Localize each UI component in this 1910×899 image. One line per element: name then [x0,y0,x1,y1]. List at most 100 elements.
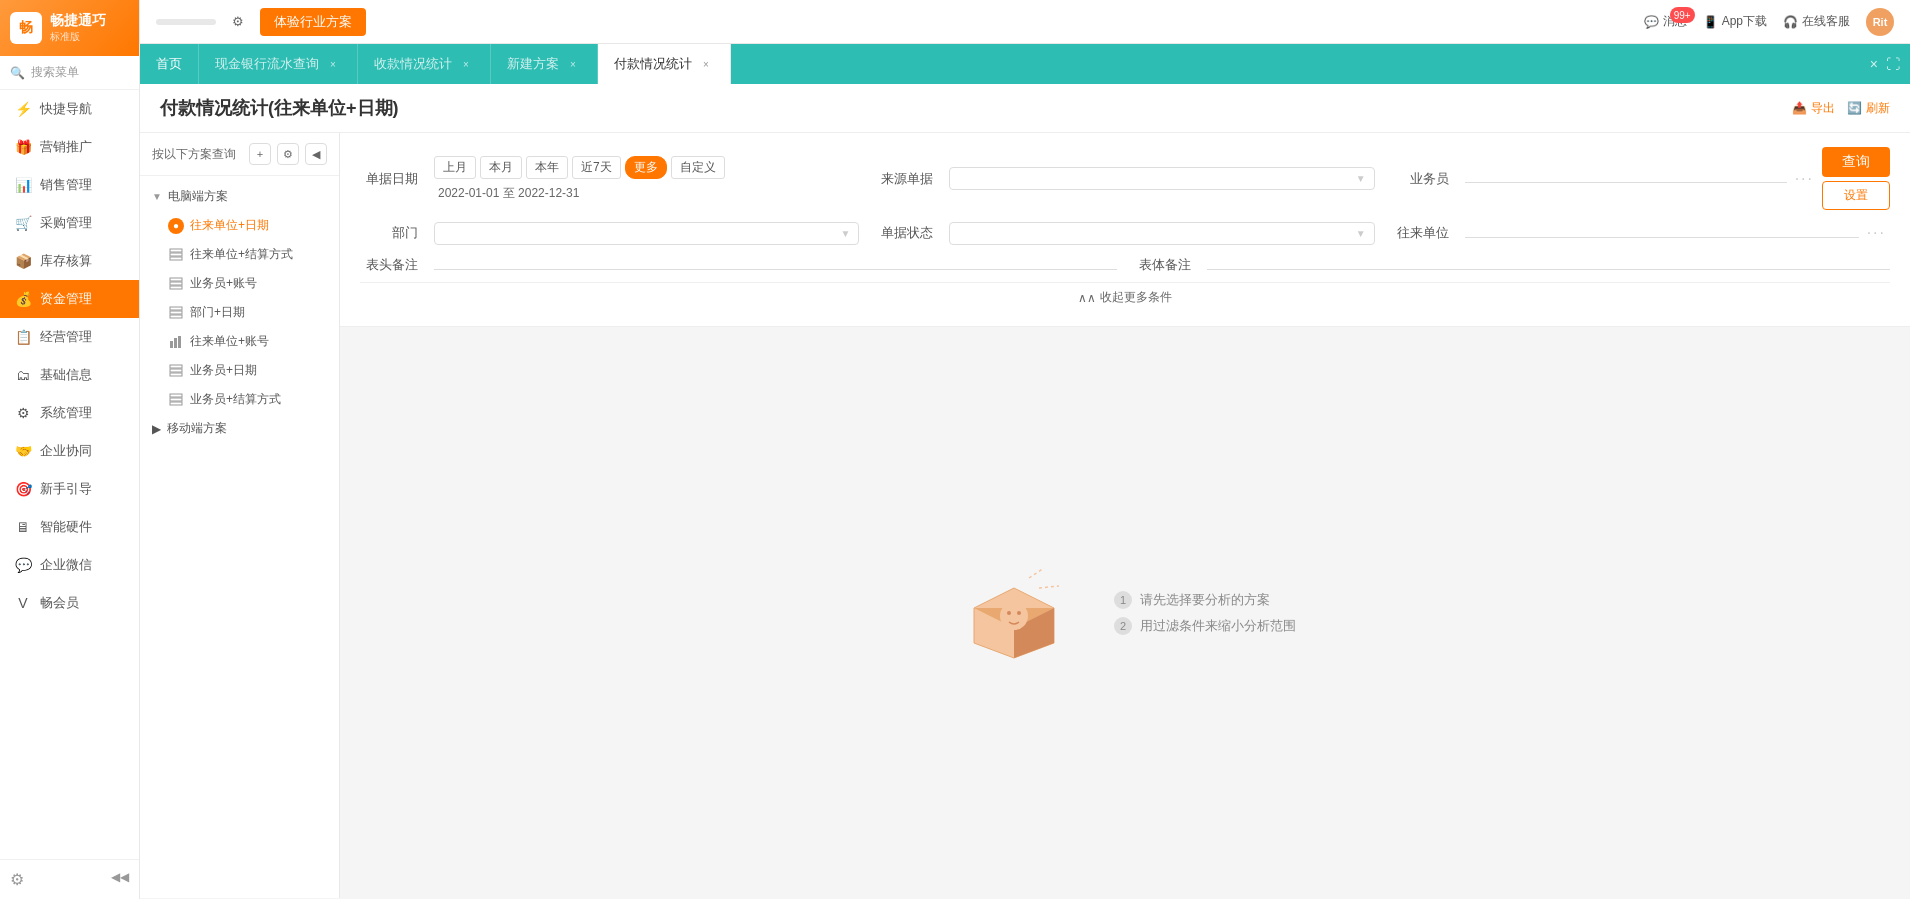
staff-filter-group: ··· 查询 设置 [1465,147,1890,210]
topbar-right: 💬 消息 99+ 📱 App下载 🎧 在线客服 Rit [1644,8,1894,36]
trial-button[interactable]: 体验行业方案 [260,8,366,36]
partner-input[interactable] [1465,229,1859,238]
sidebar-item-enterprise[interactable]: 🤝 企业协同 [0,432,139,470]
query-button[interactable]: 查询 [1822,147,1890,177]
tab-new-plan-close[interactable]: × [565,56,581,72]
settings-button[interactable]: 设置 [1822,181,1890,210]
date-btn-7days[interactable]: 近7天 [572,156,621,179]
collapse-up-icon: ∧∧ [1078,291,1096,305]
tab-bank-flow-close[interactable]: × [325,56,341,72]
partner-dots-button[interactable]: ··· [1863,220,1890,246]
date-btn-this-year[interactable]: 本年 [526,156,568,179]
app-logo: 畅 [10,12,42,44]
tab-close-all-icon[interactable]: × [1870,56,1878,72]
sidebar-item-sales[interactable]: 📊 销售管理 [0,166,139,204]
topbar-left: ⚙ 体验行业方案 [156,8,1632,36]
tab-receipt-stats-close[interactable]: × [458,56,474,72]
svg-point-23 [1017,611,1021,615]
message-btn[interactable]: 💬 消息 99+ [1644,13,1687,30]
staff-dots-button[interactable]: ··· [1791,166,1818,192]
tip-num-1: 1 [1114,591,1132,609]
tab-new-plan[interactable]: 新建方案 × [491,44,598,84]
sidebar-item-system[interactable]: ⚙ 系统管理 [0,394,139,432]
staff-input[interactable] [1465,174,1787,183]
svg-point-21 [1000,602,1028,630]
sidebar-item-member[interactable]: V 畅会员 [0,584,139,622]
header-note-input[interactable] [434,261,1117,270]
date-btn-last-month[interactable]: 上月 [434,156,476,179]
sidebar-search[interactable]: 🔍 搜索菜单 [0,56,139,90]
dept-arrow: ▼ [840,228,850,239]
sidebar-collapse-btn[interactable]: ◀◀ [111,870,129,889]
table-icon [168,276,184,292]
collapse-panel-button[interactable]: ◀ [305,143,327,165]
left-panel-title: 按以下方案查询 [152,146,236,163]
dept-select[interactable]: ▼ [434,222,859,245]
schema-item-staff-account[interactable]: 业务员+账号 [140,269,339,298]
schema-item-staff-settle[interactable]: 业务员+结算方式 [140,385,339,414]
tab-new-plan-label: 新建方案 [507,55,559,73]
sidebar-item-marketing[interactable]: 🎁 营销推广 [0,128,139,166]
svg-rect-3 [170,278,182,281]
sidebar-item-wechat[interactable]: 💬 企业微信 [0,546,139,584]
schema-item-partner-account[interactable]: 往来单位+账号 [140,327,339,356]
empty-illustration [954,558,1074,668]
empty-content: 1 请先选择要分析的方案 2 用过滤条件来缩小分析范围 [954,558,1296,668]
add-schema-button[interactable]: + [249,143,271,165]
tab-bank-flow[interactable]: 现金银行流水查询 × [199,44,358,84]
tab-receipt-stats[interactable]: 收款情况统计 × [358,44,491,84]
sidebar-item-label: 采购管理 [40,214,92,232]
tab-bank-flow-label: 现金银行流水查询 [215,55,319,73]
svg-rect-5 [170,286,182,289]
collapse-more-button[interactable]: ∧∧ 收起更多条件 [360,282,1890,312]
date-label: 单据日期 [360,170,418,188]
date-buttons: 上月 本月 本年 近7天 更多 自定义 [434,156,725,179]
schema-item-partner-settle[interactable]: 往来单位+结算方式 [140,240,339,269]
sidebar-item-hardware[interactable]: 🖥 智能硬件 [0,508,139,546]
mobile-group-header[interactable]: ▶ 移动端方案 [140,414,339,443]
date-range-text: 2022-01-01 至 2022-12-31 [438,185,579,202]
content-area: 按以下方案查询 + ⚙ ◀ ▼ 电脑端方案 ● 往来单位+日期 [140,133,1910,898]
schema-item-dept-date[interactable]: 部门+日期 [140,298,339,327]
desktop-group-header[interactable]: ▼ 电脑端方案 [140,182,339,211]
enterprise-icon: 🤝 [14,442,32,460]
svg-rect-4 [170,282,182,285]
date-btn-custom[interactable]: 自定义 [671,156,725,179]
doc-status-select[interactable]: ▼ [949,222,1374,245]
app-download-btn[interactable]: 📱 App下载 [1703,13,1767,30]
sidebar-settings-icon[interactable]: ⚙ [10,870,24,889]
tab-fullscreen-icon[interactable]: ⛶ [1886,56,1900,72]
tab-home[interactable]: 首页 [140,44,199,84]
schema-item-staff-date[interactable]: 业务员+日期 [140,356,339,385]
date-btn-more[interactable]: 更多 [625,156,667,179]
tab-payment-stats-close[interactable]: × [698,56,714,72]
message-badge: 99+ [1670,7,1695,23]
topbar-settings-icon[interactable]: ⚙ [224,8,252,36]
date-btn-this-month[interactable]: 本月 [480,156,522,179]
sidebar-item-label: 企业微信 [40,556,92,574]
schema-settings-button[interactable]: ⚙ [277,143,299,165]
sidebar-item-label: 快捷导航 [40,100,92,118]
sidebar-item-operations[interactable]: 📋 经营管理 [0,318,139,356]
export-button[interactable]: 📤 导出 [1792,100,1835,117]
body-note-input[interactable] [1207,261,1890,270]
svg-rect-15 [170,394,182,397]
customer-service-btn[interactable]: 🎧 在线客服 [1783,13,1850,30]
sidebar-item-label: 基础信息 [40,366,92,384]
user-avatar[interactable]: Rit [1866,8,1894,36]
sidebar-item-inventory[interactable]: 📦 库存核算 [0,242,139,280]
sidebar-item-guide[interactable]: 🎯 新手引导 [0,470,139,508]
schema-item-label: 业务员+账号 [190,275,257,292]
sidebar-item-quick-nav[interactable]: ⚡ 快捷导航 [0,90,139,128]
sidebar-item-funds[interactable]: 💰 资金管理 [0,280,139,318]
wechat-icon: 💬 [14,556,32,574]
refresh-button[interactable]: 🔄 刷新 [1847,100,1890,117]
sidebar-item-purchase[interactable]: 🛒 采购管理 [0,204,139,242]
filter-area: 单据日期 上月 本月 本年 近7天 更多 自定义 2022-01-01 至 20… [340,133,1910,327]
source-doc-select[interactable]: ▼ [949,167,1374,190]
svg-rect-14 [170,373,182,376]
tab-payment-stats[interactable]: 付款情况统计 × [598,44,731,84]
sidebar-item-basic-info[interactable]: 🗂 基础信息 [0,356,139,394]
schema-item-partner-date[interactable]: ● 往来单位+日期 [140,211,339,240]
table-icon [168,363,184,379]
